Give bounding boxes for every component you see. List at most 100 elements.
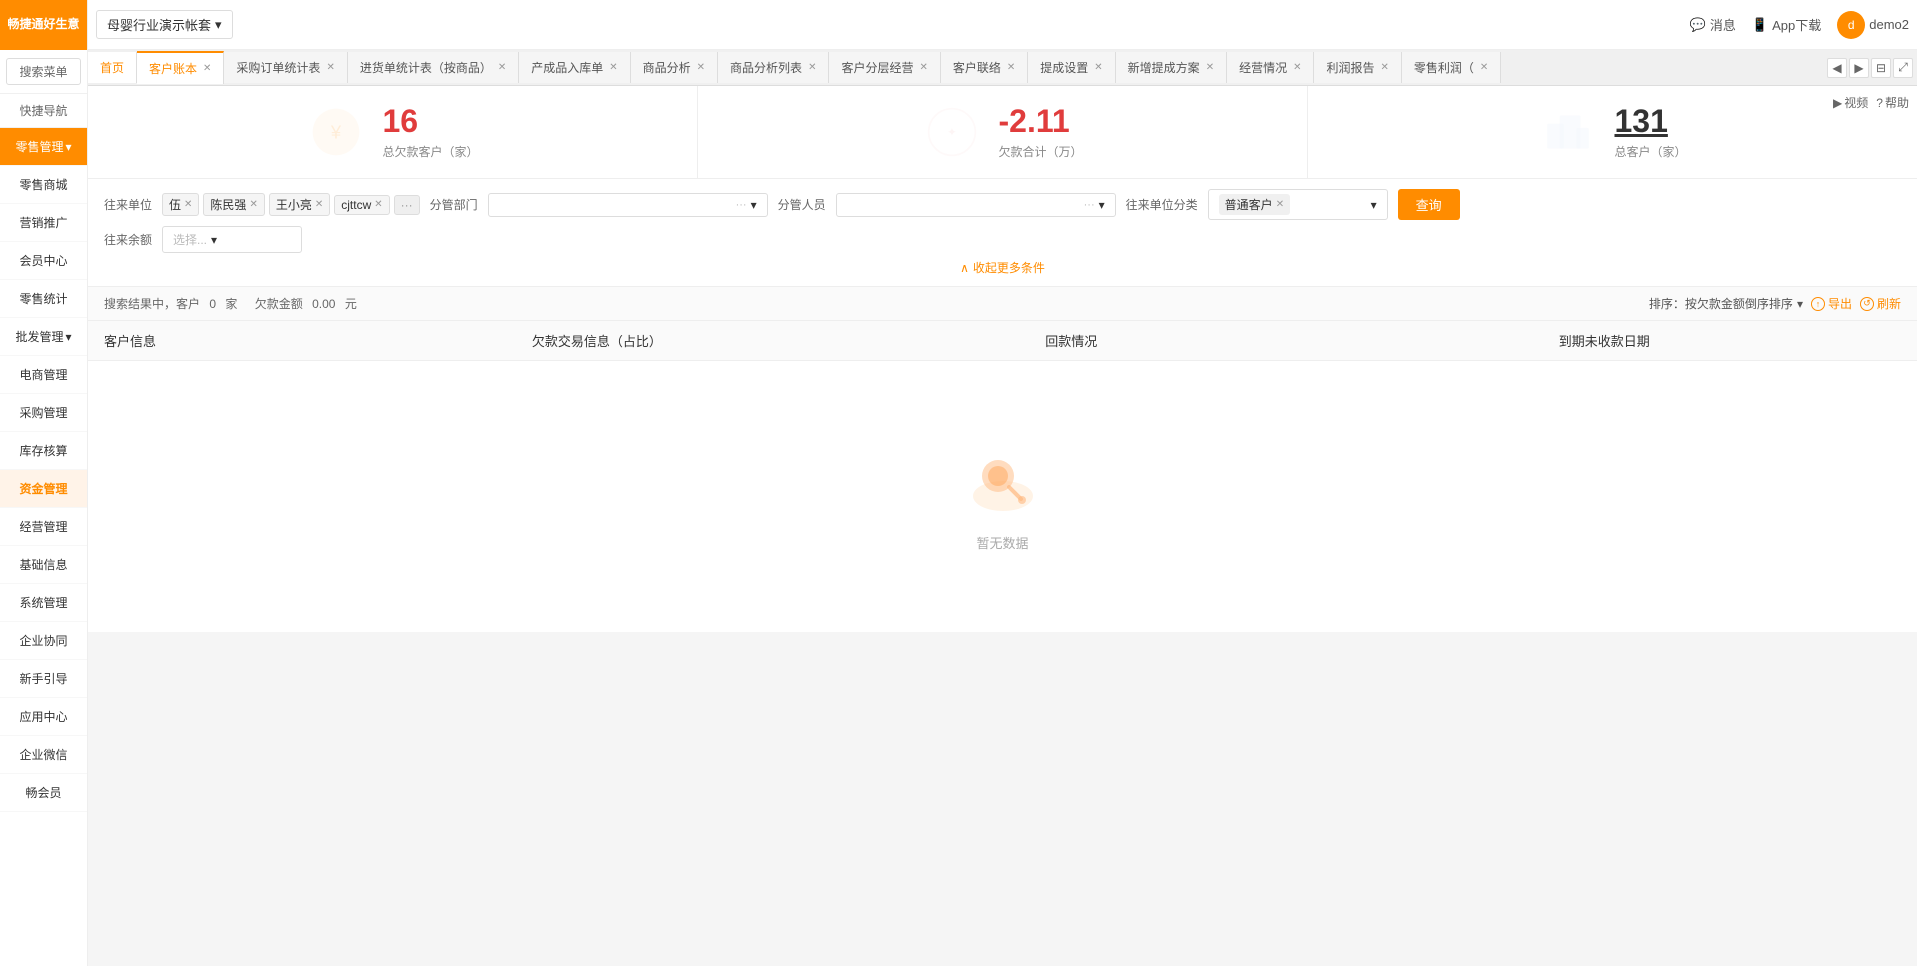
- results-bar: 搜索结果中，客户 0 家 欠款金额 0.00 元 排序：按欠款金额倒序排序 ▾ …: [88, 287, 1917, 321]
- sidebar-item-new-guide[interactable]: 新手引导: [0, 660, 87, 698]
- tab-close-icon[interactable]: ✕: [1293, 62, 1301, 73]
- filter-tag-wang[interactable]: 王小亮 ✕: [269, 193, 330, 216]
- sidebar-item-marketing[interactable]: 营销推广: [0, 204, 87, 242]
- filter-tag-chen[interactable]: 陈民强 ✕: [203, 193, 264, 216]
- tag-close-icon[interactable]: ✕: [249, 199, 257, 210]
- filter-dept-select[interactable]: ··· ▾: [488, 193, 768, 217]
- filter-person-select[interactable]: ··· ▾: [836, 193, 1116, 217]
- results-count: 0: [209, 297, 216, 311]
- quick-nav-button[interactable]: 快捷导航: [0, 94, 87, 128]
- tab-product-inbound[interactable]: 产成品入库单 ✕: [519, 52, 630, 83]
- sidebar-item-member-center[interactable]: 会员中心: [0, 242, 87, 280]
- messages-button[interactable]: 💬 消息: [1690, 15, 1736, 34]
- tab-close-icon[interactable]: ✕: [1206, 62, 1214, 73]
- tab-close-icon[interactable]: ✕: [609, 62, 617, 73]
- tab-label: 零售利润（: [1414, 59, 1474, 76]
- tag-close-icon[interactable]: ✕: [184, 199, 192, 210]
- tab-expand-button[interactable]: ⤢: [1893, 58, 1913, 78]
- stat-icon-2: ✦: [922, 102, 982, 162]
- filter-unit-label: 往来单位: [104, 196, 152, 213]
- tab-close-icon[interactable]: ✕: [1381, 62, 1389, 73]
- user-name: demo2: [1869, 17, 1909, 32]
- tab-purchase-order-stat[interactable]: 采购订单统计表 ✕: [224, 52, 347, 83]
- stat-info-3: 131 总客户（家）: [1614, 104, 1686, 160]
- filter-row-1: 往来单位 伍 ✕ 陈民强 ✕ 王小亮 ✕ cjttcw: [104, 189, 1901, 220]
- tab-menu-button[interactable]: ⊟: [1871, 58, 1891, 78]
- tab-inbound-stat[interactable]: 进货单统计表（按商品） ✕: [348, 52, 519, 83]
- filter-dept-label: 分管部门: [430, 196, 478, 213]
- tab-label: 进货单统计表（按商品）: [360, 59, 492, 76]
- tab-close-icon[interactable]: ✕: [1480, 62, 1488, 73]
- sidebar-item-purchase-mgmt[interactable]: 采购管理: [0, 394, 87, 432]
- tag-close-icon[interactable]: ✕: [374, 199, 382, 210]
- tab-retail-profit[interactable]: 零售利润（ ✕: [1402, 52, 1501, 83]
- filter-tag-normal-customer[interactable]: 普通客户 ✕: [1219, 194, 1290, 215]
- sidebar-item-retail-mall[interactable]: 零售商城: [0, 166, 87, 204]
- tab-profit-report[interactable]: 利润报告 ✕: [1314, 52, 1401, 83]
- sidebar-item-capital-mgmt[interactable]: 资金管理: [0, 470, 87, 508]
- tab-close-icon[interactable]: ✕: [326, 62, 334, 73]
- brand-selector[interactable]: 母婴行业演示帐套 ▾: [96, 10, 233, 39]
- chevron-down-icon: ▾: [65, 140, 71, 154]
- tab-business-status[interactable]: 经营情况 ✕: [1227, 52, 1314, 83]
- tag-close-category-icon[interactable]: ✕: [1276, 199, 1284, 210]
- refresh-button[interactable]: ↺ 刷新: [1860, 295, 1901, 312]
- filter-more-button[interactable]: ···: [394, 195, 420, 215]
- filter-balance-select[interactable]: 选择... ▾: [162, 226, 302, 253]
- stats-bar: ¥ 16 总欠款客户（家） ✦ -2.11 欠款合计（: [88, 86, 1917, 179]
- tab-promotion-settings[interactable]: 提成设置 ✕: [1028, 52, 1115, 83]
- user-menu[interactable]: d demo2: [1837, 11, 1909, 39]
- tag-close-icon[interactable]: ✕: [315, 199, 323, 210]
- column-header-debt: 欠款交易信息（占比）: [532, 331, 1045, 350]
- sidebar-item-app-center[interactable]: 应用中心: [0, 698, 87, 736]
- tab-add-promotion-plan[interactable]: 新增提成方案 ✕: [1116, 52, 1227, 83]
- tab-customer-tier[interactable]: 客户分层经营 ✕: [829, 52, 940, 83]
- chevron-down-icon: ▾: [1099, 198, 1105, 212]
- sidebar-item-ecommerce-mgmt[interactable]: 电商管理: [0, 356, 87, 394]
- sidebar-item-inventory-check[interactable]: 库存核算: [0, 432, 87, 470]
- sort-button[interactable]: 排序：按欠款金额倒序排序 ▾: [1649, 295, 1803, 312]
- sidebar-item-retail-mgmt[interactable]: 零售管理 ▾: [0, 128, 87, 166]
- stat-total-customers: 131 总客户（家） ▶ 视频 ? 帮助: [1308, 86, 1917, 178]
- tab-home[interactable]: 首页: [88, 52, 137, 83]
- app-download-button[interactable]: 📱 App下载: [1752, 15, 1821, 34]
- tab-product-analysis[interactable]: 商品分析 ✕: [631, 52, 718, 83]
- tab-prev-button[interactable]: ◀: [1827, 58, 1847, 78]
- video-help-button[interactable]: ▶ 视频: [1833, 94, 1868, 111]
- export-button[interactable]: ↑ 导出: [1811, 295, 1852, 312]
- tab-close-icon[interactable]: ✕: [1094, 62, 1102, 73]
- results-debt-value: 0.00: [312, 297, 335, 311]
- tab-label: 经营情况: [1239, 59, 1287, 76]
- sidebar-item-vip-member[interactable]: 畅会员: [0, 774, 87, 812]
- tab-next-button[interactable]: ▶: [1849, 58, 1869, 78]
- question-icon: ?: [1876, 96, 1883, 110]
- sidebar-item-enterprise-wechat[interactable]: 企业微信: [0, 736, 87, 774]
- tab-close-icon[interactable]: ✕: [498, 62, 506, 73]
- help-button[interactable]: ? 帮助: [1876, 94, 1909, 111]
- filter-category-select[interactable]: 普通客户 ✕ ▾: [1208, 189, 1388, 220]
- filter-tag-cjttcw[interactable]: cjttcw ✕: [334, 195, 389, 215]
- tab-close-icon[interactable]: ✕: [697, 62, 705, 73]
- filter-row-2: 往来余额 选择... ▾: [104, 226, 1901, 253]
- tab-close-icon[interactable]: ✕: [203, 63, 211, 74]
- stat-label-total-customers: 总客户（家）: [1614, 143, 1686, 160]
- sidebar-item-enterprise-coop[interactable]: 企业协同: [0, 622, 87, 660]
- sidebar-item-system-mgmt[interactable]: 系统管理: [0, 584, 87, 622]
- filter-tag-wu[interactable]: 伍 ✕: [162, 193, 199, 216]
- filter-collapse-button[interactable]: ∧ 收起更多条件: [104, 259, 1901, 276]
- tab-product-analysis-list[interactable]: 商品分析列表 ✕: [718, 52, 829, 83]
- tab-customer-book[interactable]: 客户账本 ✕: [137, 51, 224, 84]
- tab-customer-contact[interactable]: 客户联络 ✕: [941, 52, 1028, 83]
- tab-close-icon[interactable]: ✕: [1007, 62, 1015, 73]
- chevron-down-icon: ▾: [65, 330, 71, 344]
- query-button[interactable]: 查询: [1398, 189, 1460, 220]
- tab-close-icon[interactable]: ✕: [919, 62, 927, 73]
- search-menu-button[interactable]: 搜索菜单: [6, 58, 81, 85]
- tab-close-icon[interactable]: ✕: [808, 62, 816, 73]
- sidebar-item-wholesale-mgmt[interactable]: 批发管理 ▾: [0, 318, 87, 356]
- sidebar: 畅捷通好生意 搜索菜单 快捷导航 零售管理 ▾ 零售商城 营销推广 会员中心 零…: [0, 0, 88, 966]
- stat-total-debt-customers: ¥ 16 总欠款客户（家）: [88, 86, 698, 178]
- sidebar-item-basic-info[interactable]: 基础信息: [0, 546, 87, 584]
- sidebar-item-operations-mgmt[interactable]: 经营管理: [0, 508, 87, 546]
- sidebar-item-retail-stats[interactable]: 零售统计: [0, 280, 87, 318]
